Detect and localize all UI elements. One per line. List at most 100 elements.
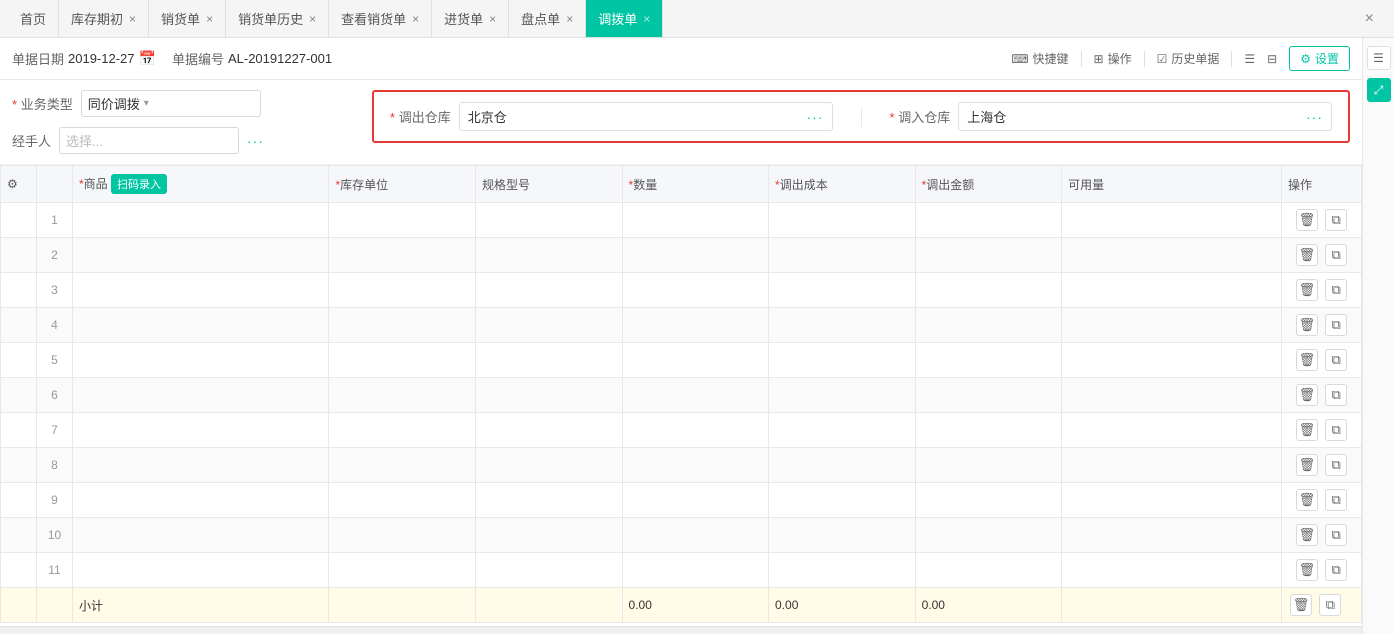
row-unit-3[interactable]	[329, 273, 476, 308]
row-unit-8[interactable]	[329, 448, 476, 483]
row-copy-btn-3[interactable]: ⧉	[1325, 279, 1347, 301]
row-product-8[interactable]	[73, 448, 329, 483]
row-product-5[interactable]	[73, 343, 329, 378]
row-available-6[interactable]	[1062, 378, 1282, 413]
row-spec-4[interactable]	[475, 308, 622, 343]
view-toggle-grid[interactable]: ⊟	[1267, 52, 1277, 66]
row-available-3[interactable]	[1062, 273, 1282, 308]
row-product-1[interactable]	[73, 203, 329, 238]
tab-transfer[interactable]: 调拨单 ×	[586, 0, 663, 37]
row-quantity-2[interactable]	[622, 238, 769, 273]
tab-inventory[interactable]: 盘点单 ×	[509, 0, 586, 37]
row-unit-11[interactable]	[329, 553, 476, 588]
row-available-2[interactable]	[1062, 238, 1282, 273]
row-cost-4[interactable]	[769, 308, 916, 343]
row-cost-11[interactable]	[769, 553, 916, 588]
tab-home[interactable]: 首页	[8, 0, 59, 37]
warehouse-in-more-icon[interactable]: ···	[1306, 109, 1323, 125]
tab-transfer-close[interactable]: ×	[643, 13, 650, 25]
sidebar-list-btn[interactable]: ☰	[1367, 46, 1391, 70]
row-available-11[interactable]	[1062, 553, 1282, 588]
tab-purchase-close[interactable]: ×	[489, 13, 496, 25]
tab-sales-history-close[interactable]: ×	[309, 13, 316, 25]
row-copy-btn-4[interactable]: ⧉	[1325, 314, 1347, 336]
history-button[interactable]: ☑ 历史单据	[1157, 50, 1220, 67]
row-delete-btn-11[interactable]: 🗑	[1296, 559, 1318, 581]
subtotal-delete-btn[interactable]: 🗑	[1290, 594, 1312, 616]
row-spec-9[interactable]	[475, 483, 622, 518]
row-quantity-10[interactable]	[622, 518, 769, 553]
row-copy-btn-7[interactable]: ⧉	[1325, 419, 1347, 441]
row-delete-btn-8[interactable]: 🗑	[1296, 454, 1318, 476]
row-amount-2[interactable]	[915, 238, 1062, 273]
row-delete-btn-4[interactable]: 🗑	[1296, 314, 1318, 336]
row-amount-7[interactable]	[915, 413, 1062, 448]
row-unit-7[interactable]	[329, 413, 476, 448]
row-spec-6[interactable]	[475, 378, 622, 413]
row-amount-11[interactable]	[915, 553, 1062, 588]
row-amount-4[interactable]	[915, 308, 1062, 343]
row-available-1[interactable]	[1062, 203, 1282, 238]
warehouse-out-more-icon[interactable]: ···	[807, 109, 824, 125]
row-delete-btn-9[interactable]: 🗑	[1296, 489, 1318, 511]
subtotal-copy-btn[interactable]: ⧉	[1319, 594, 1341, 616]
row-quantity-8[interactable]	[622, 448, 769, 483]
row-cost-3[interactable]	[769, 273, 916, 308]
row-cost-9[interactable]	[769, 483, 916, 518]
row-copy-btn-8[interactable]: ⧉	[1325, 454, 1347, 476]
sidebar-expand-btn[interactable]: ⤢	[1367, 78, 1391, 102]
row-amount-6[interactable]	[915, 378, 1062, 413]
tab-view-sales[interactable]: 查看销货单 ×	[329, 0, 432, 37]
row-quantity-11[interactable]	[622, 553, 769, 588]
th-settings[interactable]: ⚙	[1, 166, 37, 203]
shortcuts-button[interactable]: ⌨ 快捷键	[1011, 50, 1068, 67]
row-spec-5[interactable]	[475, 343, 622, 378]
row-spec-1[interactable]	[475, 203, 622, 238]
row-cost-8[interactable]	[769, 448, 916, 483]
row-delete-btn-7[interactable]: 🗑	[1296, 419, 1318, 441]
row-copy-btn-1[interactable]: ⧉	[1325, 209, 1347, 231]
row-copy-btn-9[interactable]: ⧉	[1325, 489, 1347, 511]
row-spec-11[interactable]	[475, 553, 622, 588]
view-toggle-list[interactable]: ☰	[1244, 52, 1255, 66]
row-product-9[interactable]	[73, 483, 329, 518]
row-product-6[interactable]	[73, 378, 329, 413]
tab-sales-history[interactable]: 销货单历史 ×	[226, 0, 329, 37]
setting-button[interactable]: ⚙ 设置	[1289, 46, 1350, 71]
row-amount-5[interactable]	[915, 343, 1062, 378]
row-unit-4[interactable]	[329, 308, 476, 343]
warehouse-out-select[interactable]: 北京仓 ···	[459, 102, 833, 131]
row-unit-10[interactable]	[329, 518, 476, 553]
scan-button[interactable]: 扫码录入	[111, 174, 167, 194]
row-product-10[interactable]	[73, 518, 329, 553]
row-cost-7[interactable]	[769, 413, 916, 448]
row-amount-9[interactable]	[915, 483, 1062, 518]
tab-sales-order-close[interactable]: ×	[206, 13, 213, 25]
row-quantity-3[interactable]	[622, 273, 769, 308]
row-spec-3[interactable]	[475, 273, 622, 308]
row-available-7[interactable]	[1062, 413, 1282, 448]
row-unit-1[interactable]	[329, 203, 476, 238]
horizontal-scrollbar[interactable]	[0, 626, 1362, 634]
tab-inventory-close[interactable]: ×	[566, 13, 573, 25]
row-cost-10[interactable]	[769, 518, 916, 553]
row-product-2[interactable]	[73, 238, 329, 273]
row-unit-9[interactable]	[329, 483, 476, 518]
row-quantity-4[interactable]	[622, 308, 769, 343]
window-close-button[interactable]: ×	[1353, 10, 1386, 28]
business-type-select[interactable]: 同价调拨 ▾	[81, 90, 261, 117]
row-copy-btn-2[interactable]: ⧉	[1325, 244, 1347, 266]
row-copy-btn-10[interactable]: ⧉	[1325, 524, 1347, 546]
row-available-4[interactable]	[1062, 308, 1282, 343]
row-amount-3[interactable]	[915, 273, 1062, 308]
row-available-8[interactable]	[1062, 448, 1282, 483]
row-copy-btn-11[interactable]: ⧉	[1325, 559, 1347, 581]
row-delete-btn-5[interactable]: 🗑	[1296, 349, 1318, 371]
row-delete-btn-10[interactable]: 🗑	[1296, 524, 1318, 546]
row-available-5[interactable]	[1062, 343, 1282, 378]
tab-view-sales-close[interactable]: ×	[412, 13, 419, 25]
row-spec-2[interactable]	[475, 238, 622, 273]
tab-sales-order[interactable]: 销货单 ×	[149, 0, 226, 37]
tab-purchase[interactable]: 进货单 ×	[432, 0, 509, 37]
row-delete-btn-6[interactable]: 🗑	[1296, 384, 1318, 406]
